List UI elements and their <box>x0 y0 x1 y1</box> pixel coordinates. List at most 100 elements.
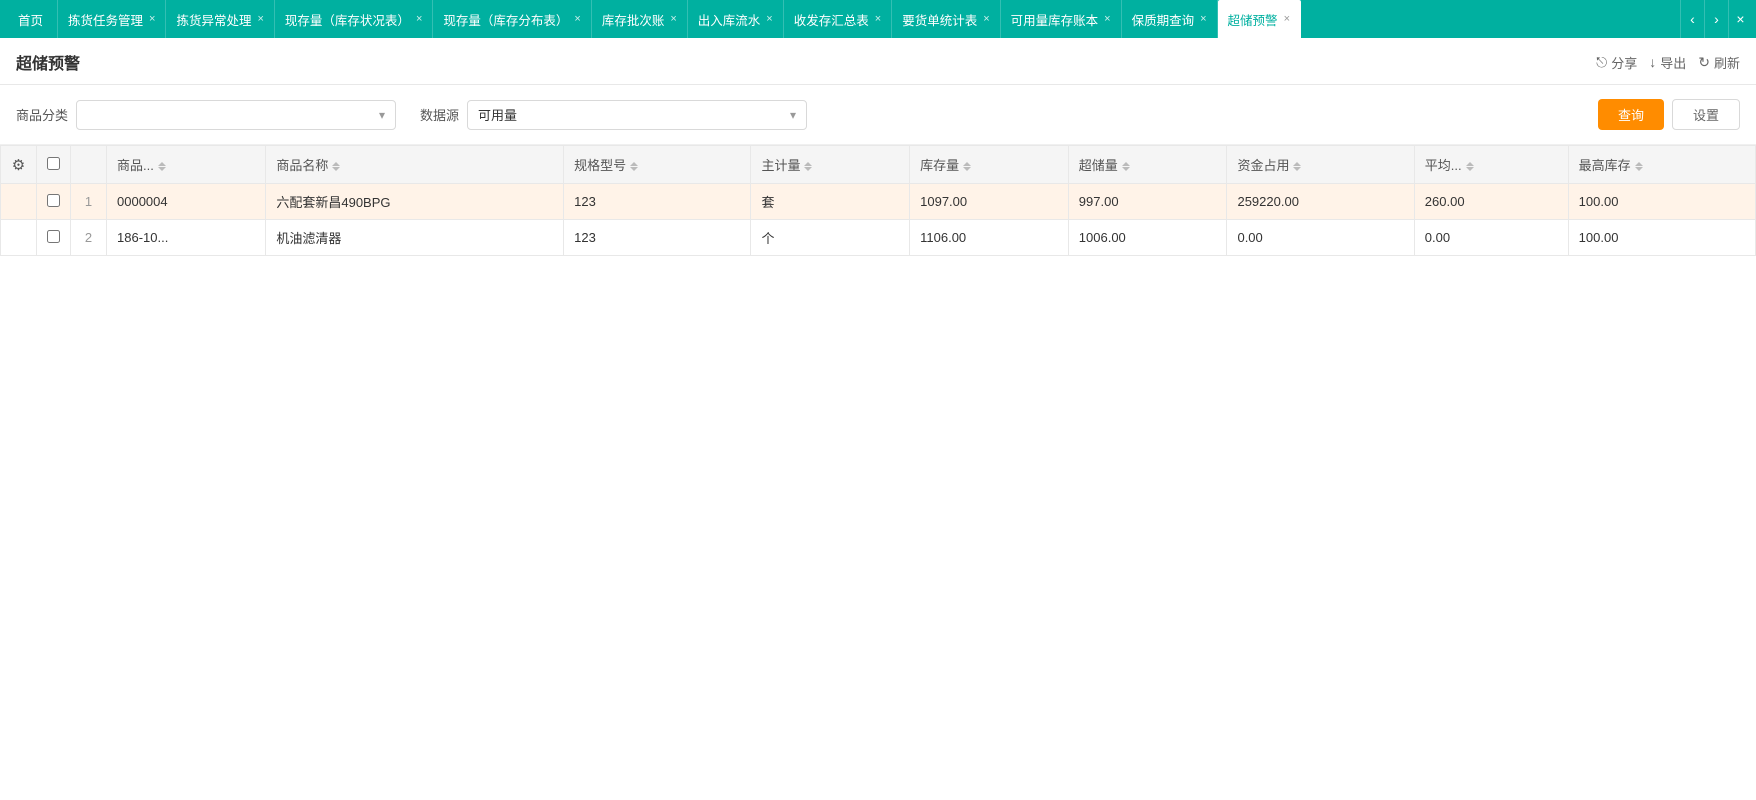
row-settings-cell <box>1 184 37 220</box>
sort-icon-unit[interactable] <box>804 162 812 171</box>
col-label-unit: 主计量 <box>761 158 800 173</box>
filter-buttons: 查询 设置 <box>1598 99 1740 130</box>
col-label-overstock_qty: 超储量 <box>1079 158 1118 173</box>
datasource-select-value: 可用量 <box>478 105 517 124</box>
row-checkbox-cell <box>37 184 71 220</box>
nav-prev-button[interactable]: ‹ <box>1680 0 1704 38</box>
col-label-stock_qty: 库存量 <box>920 158 959 173</box>
category-label: 商品分类 <box>16 105 68 124</box>
cell-overstock_qty: 1006.00 <box>1068 220 1227 256</box>
topbar-tab-quality-check[interactable]: 保质期查询× <box>1122 0 1218 38</box>
col-label-product_code: 商品... <box>117 158 154 173</box>
topbar-tab-inout-flow[interactable]: 出入库流水× <box>688 0 784 38</box>
col-header-stock_qty[interactable]: 库存量 <box>910 146 1069 184</box>
col-header-capital_usage[interactable]: 资金占用 <box>1227 146 1414 184</box>
col-header-avg_cost[interactable]: 平均... <box>1414 146 1568 184</box>
tab-close-stock-status[interactable]: × <box>416 13 422 25</box>
tab-close-order-stat[interactable]: × <box>983 13 989 25</box>
tab-close-task-mgmt[interactable]: × <box>149 13 155 25</box>
row-checkbox-cell <box>37 220 71 256</box>
tab-close-quality-check[interactable]: × <box>1200 13 1206 25</box>
sort-icon-overstock_qty[interactable] <box>1122 162 1130 171</box>
row-checkbox[interactable] <box>47 230 60 243</box>
cell-avg_cost: 260.00 <box>1414 184 1568 220</box>
nav-close-button[interactable]: × <box>1728 0 1752 38</box>
table-body: 10000004六配套新昌490BPG123套1097.00997.002592… <box>1 184 1756 256</box>
topbar-tab-home[interactable]: 首页 <box>4 0 58 38</box>
cell-max_stock: 100.00 <box>1568 184 1755 220</box>
cell-product_code: 186-10... <box>107 220 266 256</box>
cell-spec: 123 <box>564 184 751 220</box>
cell-product_name: 六配套新昌490BPG <box>266 184 564 220</box>
topbar-tab-order-stat[interactable]: 要货单统计表× <box>892 0 1000 38</box>
topbar-tab-stock-status[interactable]: 现存量（库存状况表）× <box>275 0 433 38</box>
data-table: ⚙ 商品... 商品名称 规格型号 主计量 库存量 超储量 资金占用 平均... 最高库存 100… <box>0 145 1756 256</box>
share-icon: ⎋ <box>1596 54 1607 71</box>
col-label-avg_cost: 平均... <box>1425 158 1462 173</box>
cell-spec: 123 <box>564 220 751 256</box>
row-checkbox[interactable] <box>47 194 60 207</box>
cell-overstock_qty: 997.00 <box>1068 184 1227 220</box>
row-number: 1 <box>71 184 107 220</box>
share-button[interactable]: ⎋ 分享 <box>1596 53 1637 72</box>
col-header-checkbox <box>37 146 71 184</box>
set-button[interactable]: 设置 <box>1672 99 1740 130</box>
topbar-tab-batch-account[interactable]: 库存批次账× <box>592 0 688 38</box>
gear-icon[interactable]: ⚙ <box>12 157 25 174</box>
datasource-select[interactable]: 可用量 ▾ <box>467 100 807 130</box>
cell-product_name: 机油滤清器 <box>266 220 564 256</box>
table-row: 10000004六配套新昌490BPG123套1097.00997.002592… <box>1 184 1756 220</box>
col-header-overstock_qty[interactable]: 超储量 <box>1068 146 1227 184</box>
col-header-row_num <box>71 146 107 184</box>
cell-unit: 套 <box>751 184 910 220</box>
datasource-chevron-icon: ▾ <box>790 108 796 122</box>
sort-icon-product_name[interactable] <box>332 162 340 171</box>
topbar-tab-avail-account[interactable]: 可用量库存账本× <box>1001 0 1122 38</box>
filter-row: 商品分类 ▾ 数据源 可用量 ▾ 查询 设置 <box>0 85 1756 145</box>
col-header-spec[interactable]: 规格型号 <box>564 146 751 184</box>
query-button[interactable]: 查询 <box>1598 99 1664 130</box>
tab-close-collect-summary[interactable]: × <box>875 13 881 25</box>
select-all-checkbox[interactable] <box>47 157 60 170</box>
refresh-icon: ↻ <box>1698 54 1710 71</box>
sort-icon-capital_usage[interactable] <box>1293 162 1301 171</box>
category-filter: 商品分类 ▾ <box>16 100 396 130</box>
col-header-product_name[interactable]: 商品名称 <box>266 146 564 184</box>
topbar-tab-stock-dist[interactable]: 现存量（库存分布表）× <box>433 0 591 38</box>
cell-stock_qty: 1097.00 <box>910 184 1069 220</box>
tab-close-overstock[interactable]: × <box>1284 13 1290 25</box>
col-label-product_name: 商品名称 <box>276 158 328 173</box>
export-icon: ↓ <box>1649 54 1656 70</box>
datasource-label: 数据源 <box>420 105 459 124</box>
col-label-spec: 规格型号 <box>574 158 626 173</box>
sort-icon-product_code[interactable] <box>158 162 166 171</box>
tab-close-batch-account[interactable]: × <box>670 13 676 25</box>
sort-icon-avg_cost[interactable] <box>1466 162 1474 171</box>
cell-capital_usage: 0.00 <box>1227 220 1414 256</box>
tab-close-abnormal[interactable]: × <box>257 13 263 25</box>
tab-close-avail-account[interactable]: × <box>1104 13 1110 25</box>
export-button[interactable]: ↓ 导出 <box>1649 53 1686 72</box>
col-header-product_code[interactable]: 商品... <box>107 146 266 184</box>
tab-close-stock-dist[interactable]: × <box>574 13 580 25</box>
tab-close-inout-flow[interactable]: × <box>766 13 772 25</box>
topbar-tab-overstock[interactable]: 超储预警× <box>1218 0 1301 38</box>
cell-unit: 个 <box>751 220 910 256</box>
page-content: 超储预警 ⎋ 分享 ↓ 导出 ↻ 刷新 商品分类 ▾ 数据源 <box>0 38 1756 800</box>
topbar-tab-abnormal[interactable]: 拣货异常处理× <box>166 0 274 38</box>
refresh-button[interactable]: ↻ 刷新 <box>1698 53 1740 72</box>
topbar-tab-task-mgmt[interactable]: 拣货任务管理× <box>58 0 166 38</box>
table-row: 2186-10...机油滤清器123个1106.001006.000.000.0… <box>1 220 1756 256</box>
sort-icon-spec[interactable] <box>630 162 638 171</box>
nav-next-button[interactable]: › <box>1704 0 1728 38</box>
col-header-settings: ⚙ <box>1 146 37 184</box>
col-label-capital_usage: 资金占用 <box>1237 158 1289 173</box>
cell-capital_usage: 259220.00 <box>1227 184 1414 220</box>
col-header-max_stock[interactable]: 最高库存 <box>1568 146 1755 184</box>
row-number: 2 <box>71 220 107 256</box>
topbar-tab-collect-summary[interactable]: 收发存汇总表× <box>784 0 892 38</box>
category-select[interactable]: ▾ <box>76 100 396 130</box>
sort-icon-stock_qty[interactable] <box>963 162 971 171</box>
sort-icon-max_stock[interactable] <box>1635 162 1643 171</box>
col-header-unit[interactable]: 主计量 <box>751 146 910 184</box>
